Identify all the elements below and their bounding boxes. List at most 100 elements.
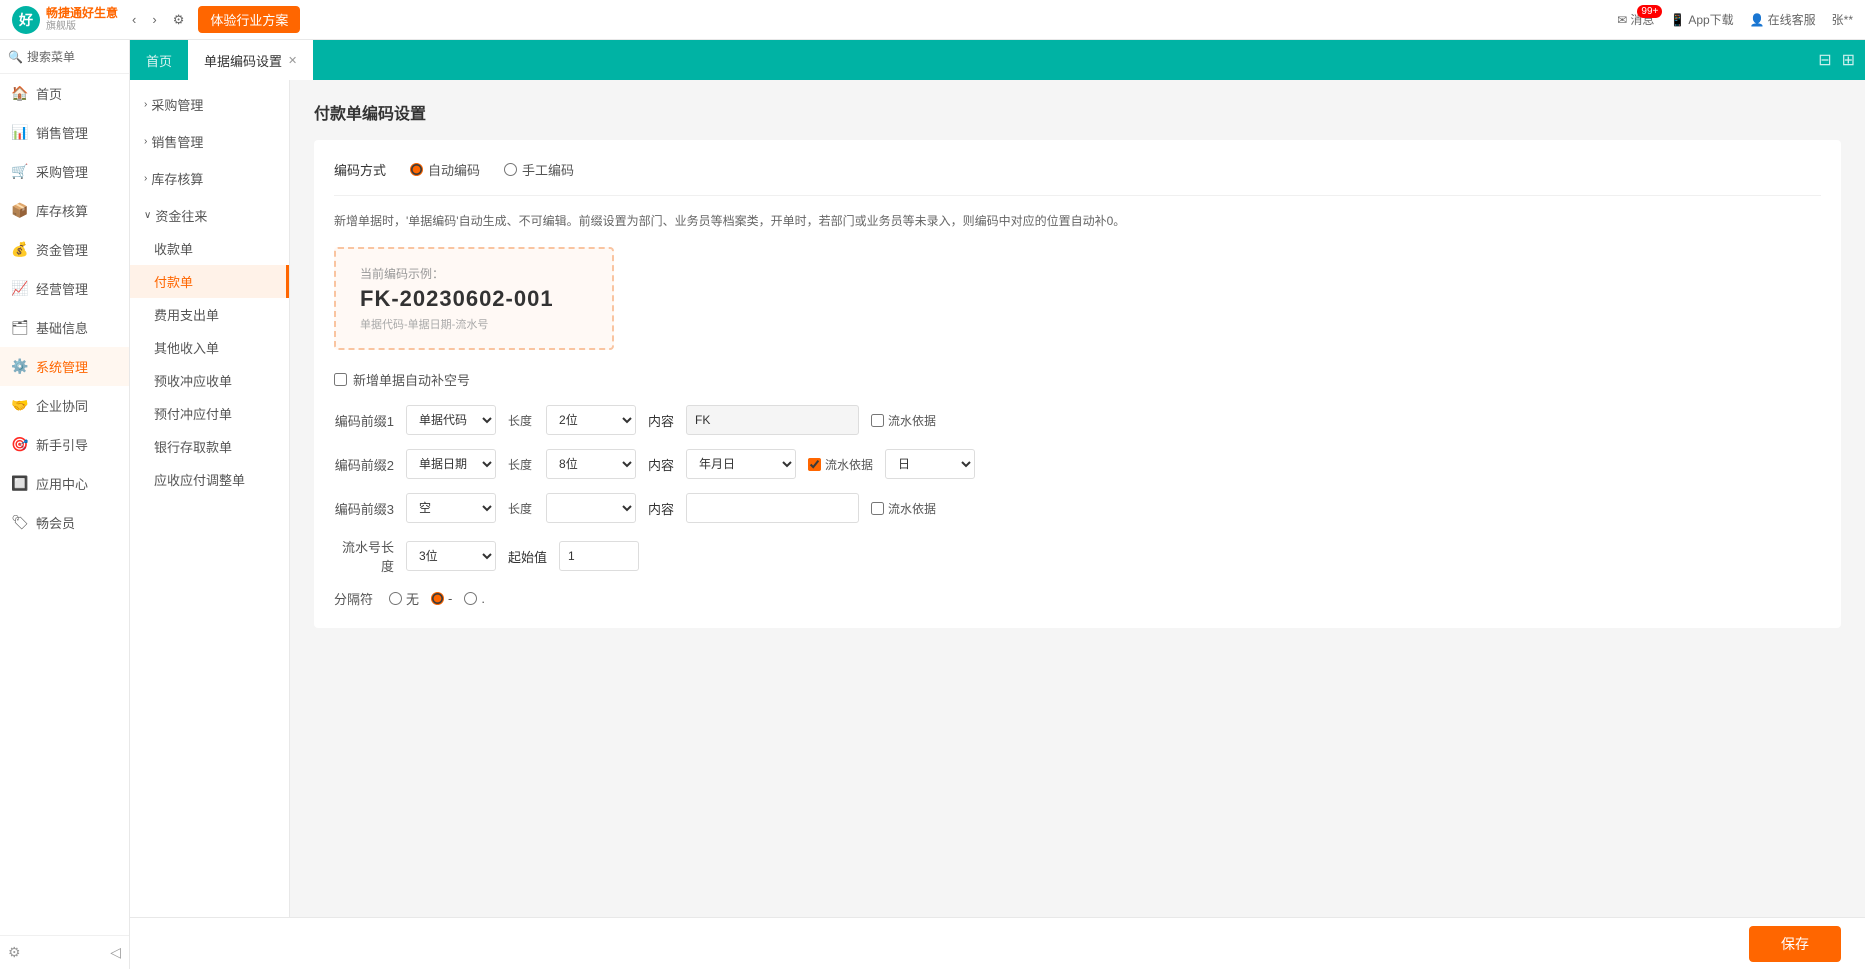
prefix2-label: 编码前缀2 xyxy=(334,455,394,474)
subnav-group-header-inventory[interactable]: › 库存核算 xyxy=(130,162,289,195)
code-preview-label: 当前编码示例： xyxy=(360,265,588,282)
manual-encoding-input[interactable] xyxy=(504,163,517,176)
msg-icon: ✉ xyxy=(1617,13,1627,27)
sidebar-item-basic[interactable]: 🗂 基础信息 xyxy=(0,308,129,347)
auto-fill-label: 新增单据自动补空号 xyxy=(353,370,470,389)
subnav-item-advance-payable[interactable]: 预付冲应付单 xyxy=(130,397,289,430)
prefix3-length-select[interactable] xyxy=(546,493,636,523)
username: 张** xyxy=(1832,11,1853,28)
nav-prev-btn[interactable]: ‹ xyxy=(126,10,142,29)
prefix1-serial-label: 流水依据 xyxy=(888,412,936,429)
subnav-item-advance-receivable[interactable]: 预收冲应收单 xyxy=(130,364,289,397)
prefix1-serial-checkbox-label[interactable]: 流水依据 xyxy=(871,412,936,429)
sidebar-item-home[interactable]: 🏠 首页 xyxy=(0,74,129,113)
prefix2-serial-unit-select[interactable]: 日 xyxy=(885,449,975,479)
sidebar-item-label: 畅会员 xyxy=(36,513,75,532)
subnav-item-payment[interactable]: 付款单 xyxy=(130,265,289,298)
sep-dot1-input[interactable] xyxy=(431,592,444,605)
message-btn[interactable]: ✉ 消息 99+ xyxy=(1617,11,1654,28)
prefix2-serial-checkbox[interactable] xyxy=(808,458,821,471)
serial-length-select[interactable]: 3位 xyxy=(406,541,496,571)
subnav-purchase-label: 采购管理 xyxy=(151,95,203,114)
tab-encoding-label: 单据编码设置 xyxy=(204,51,282,70)
subnav-group-header-capital[interactable]: ∨ 资金往来 xyxy=(130,199,289,232)
sidebar-item-label: 库存核算 xyxy=(36,201,88,220)
subnav-item-receipt[interactable]: 收款单 xyxy=(130,232,289,265)
subnav-item-adjustment[interactable]: 应收应付调整单 xyxy=(130,463,289,496)
auto-encoding-input[interactable] xyxy=(410,163,423,176)
prefix1-length-label: 长度 xyxy=(508,412,532,429)
sidebar-item-label: 经营管理 xyxy=(36,279,88,298)
sep-none-label: 无 xyxy=(406,589,419,608)
tab-minimize-btn[interactable]: ⊟ xyxy=(1818,50,1831,70)
sep-dot1-radio[interactable]: - xyxy=(431,591,452,606)
subnav-group-capital: ∨ 资金往来 收款单 付款单 费用支出单 其他收入单 预收冲应收单 预付冲应付单… xyxy=(130,199,289,496)
sep-none-input[interactable] xyxy=(389,592,402,605)
sidebar-item-finance[interactable]: 💰 资金管理 xyxy=(0,230,129,269)
sidebar-item-inventory[interactable]: 📦 库存核算 xyxy=(0,191,129,230)
prefix3-content-input[interactable] xyxy=(686,493,859,523)
settings-btn[interactable]: ⚙ xyxy=(167,10,191,30)
user-menu[interactable]: 张** xyxy=(1832,11,1853,28)
sidebar-search[interactable]: 🔍 搜索菜单 xyxy=(0,40,129,74)
prefix1-label: 编码前缀1 xyxy=(334,411,394,430)
app-label: App下载 xyxy=(1688,11,1733,28)
prefix2-length-select[interactable]: 8位 xyxy=(546,449,636,479)
prefix1-select[interactable]: 单据代码 xyxy=(406,405,496,435)
subnav-group-header-sales[interactable]: › 销售管理 xyxy=(130,125,289,158)
info-text: 新增单据时，'单据编码'自动生成、不可编辑。前缀设置为部门、业务员等档案类，开单… xyxy=(334,212,1821,231)
sidebar-item-apps[interactable]: 🔲 应用中心 xyxy=(0,464,129,503)
prefix2-select[interactable]: 单据日期 xyxy=(406,449,496,479)
subnav-item-expense[interactable]: 费用支出单 xyxy=(130,298,289,331)
prefix1-row: 编码前缀1 单据代码 长度 2位 内容 流水依据 xyxy=(334,405,1821,435)
subnav-item-other-income[interactable]: 其他收入单 xyxy=(130,331,289,364)
sep-none-radio[interactable]: 无 xyxy=(389,589,419,608)
prefix1-length-select[interactable]: 2位 xyxy=(546,405,636,435)
tab-home[interactable]: 首页 xyxy=(130,40,188,80)
tab-maximize-btn[interactable]: ⊞ xyxy=(1842,50,1855,70)
tab-home-label: 首页 xyxy=(146,51,172,70)
auto-fill-checkbox[interactable] xyxy=(334,373,347,386)
top-bar-left: 好 畅捷通好生意 旗舰版 ‹ › ⚙ 体验行业方案 xyxy=(12,6,300,34)
sep-dot2-input[interactable] xyxy=(464,592,477,605)
save-btn[interactable]: 保存 xyxy=(1749,926,1841,962)
sidebar-item-label: 销售管理 xyxy=(36,123,88,142)
prefix3-length-label: 长度 xyxy=(508,500,532,517)
prefix1-serial-checkbox[interactable] xyxy=(871,414,884,427)
purchase-icon: 🛒 xyxy=(12,164,28,180)
sidebar-item-operations[interactable]: 📈 经营管理 xyxy=(0,269,129,308)
prefix3-serial-checkbox-label[interactable]: 流水依据 xyxy=(871,500,936,517)
prefix3-select[interactable]: 空 xyxy=(406,493,496,523)
separator-label: 分隔符 xyxy=(334,589,373,608)
collapse-sidebar-btn[interactable]: ◁ xyxy=(110,944,121,961)
sidebar-nav: 🏠 首页 📊 销售管理 🛒 采购管理 📦 库存核算 💰 资金管理 📈 经 xyxy=(0,74,129,935)
subnav-group-header-purchase[interactable]: › 采购管理 xyxy=(130,88,289,121)
prefix2-serial-checkbox-label[interactable]: 流水依据 xyxy=(808,456,873,473)
manual-encoding-radio[interactable]: 手工编码 xyxy=(504,160,574,179)
sidebar-item-collab[interactable]: 🤝 企业协同 xyxy=(0,386,129,425)
sep-dot2-radio[interactable]: . xyxy=(464,591,485,606)
nav-next-btn[interactable]: › xyxy=(146,10,162,29)
auto-encoding-radio[interactable]: 自动编码 xyxy=(410,160,480,179)
code-preview-box: 当前编码示例： FK-20230602-001 单据代码-单据日期-流水号 xyxy=(334,247,614,350)
sidebar-item-system[interactable]: ⚙️ 系统管理 xyxy=(0,347,129,386)
sidebar-item-purchase[interactable]: 🛒 采购管理 xyxy=(0,152,129,191)
prefix3-serial-checkbox[interactable] xyxy=(871,502,884,515)
sidebar-item-label: 新手引导 xyxy=(36,435,88,454)
sidebar-item-guide[interactable]: 🎯 新手引导 xyxy=(0,425,129,464)
online-service-btn[interactable]: 👤 在线客服 xyxy=(1750,11,1816,28)
tab-bar: 首页 单据编码设置 ✕ ⊟ ⊞ xyxy=(130,40,1865,80)
experience-btn[interactable]: 体验行业方案 xyxy=(198,6,300,33)
subnav-group-sales: › 销售管理 xyxy=(130,125,289,158)
prefix2-content-select[interactable]: 年月日 xyxy=(686,449,796,479)
prefix2-content-label: 内容 xyxy=(648,455,674,474)
start-value-input[interactable] xyxy=(559,541,639,571)
tab-close-btn[interactable]: ✕ xyxy=(288,54,297,67)
tab-encoding-settings[interactable]: 单据编码设置 ✕ xyxy=(188,40,313,80)
sidebar-item-sales[interactable]: 📊 销售管理 xyxy=(0,113,129,152)
top-bar: 好 畅捷通好生意 旗舰版 ‹ › ⚙ 体验行业方案 ✉ 消息 99+ 📱 App… xyxy=(0,0,1865,40)
sidebar-item-member[interactable]: 🏷 畅会员 xyxy=(0,503,129,542)
settings-bottom-btn[interactable]: ⚙ xyxy=(8,944,21,961)
app-download-btn[interactable]: 📱 App下载 xyxy=(1670,11,1733,28)
subnav-item-bank-deposit[interactable]: 银行存取款单 xyxy=(130,430,289,463)
